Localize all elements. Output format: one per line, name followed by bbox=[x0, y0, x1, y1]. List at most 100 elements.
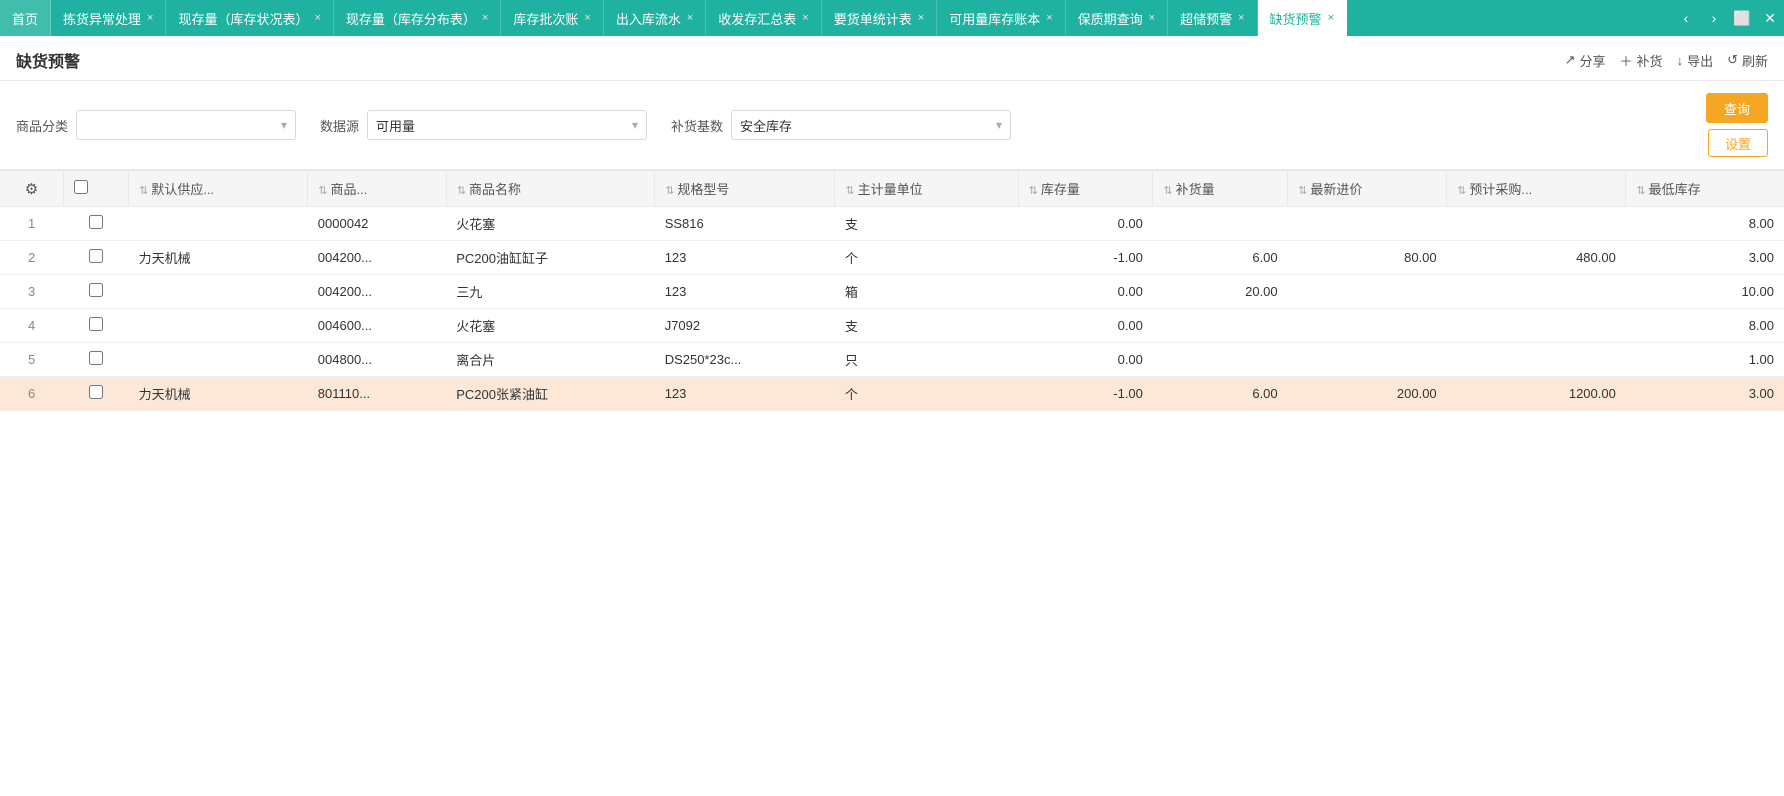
column-settings-icon[interactable]: ⚙ bbox=[10, 180, 53, 198]
category-label: 商品分类 bbox=[16, 116, 68, 135]
row-checkbox-1[interactable] bbox=[89, 249, 103, 263]
replenish-base-select[interactable]: 安全库存 ▾ bbox=[731, 110, 1011, 140]
refresh-button[interactable]: ↺ 刷新 bbox=[1727, 51, 1768, 70]
tab-item-10[interactable]: 超储预警× bbox=[1168, 0, 1257, 36]
settings-button[interactable]: 设置 bbox=[1708, 129, 1768, 157]
tab-close-icon-6[interactable]: × bbox=[802, 12, 808, 24]
tab-close-icon-10[interactable]: × bbox=[1238, 12, 1244, 24]
sort-icon-stock: ⇅ bbox=[1029, 185, 1038, 197]
sort-icon-est_purchase: ⇅ bbox=[1457, 185, 1466, 197]
row-checkbox-cell-1[interactable] bbox=[63, 241, 128, 275]
col-header-min_stock[interactable]: ⇅最低库存 bbox=[1626, 171, 1784, 207]
tab-item-11[interactable]: 缺货预警 × bbox=[1258, 0, 1347, 36]
row-index-4: 5 bbox=[0, 343, 63, 377]
tab-close-icon-7[interactable]: × bbox=[918, 12, 924, 24]
stock-cell-4: 0.00 bbox=[1018, 343, 1153, 377]
product-name-cell-4: 离合片 bbox=[446, 343, 654, 377]
filter-actions: 查询 设置 bbox=[1706, 93, 1768, 157]
row-checkbox-0[interactable] bbox=[89, 215, 103, 229]
tab-close-icon-5[interactable]: × bbox=[687, 12, 693, 24]
col-header-supplier[interactable]: ⇅默认供应... bbox=[129, 171, 308, 207]
col-header-unit[interactable]: ⇅主计量单位 bbox=[835, 171, 1018, 207]
col-header-est_purchase[interactable]: ⇅预计采购... bbox=[1447, 171, 1626, 207]
latest-price-cell-4 bbox=[1288, 343, 1447, 377]
supplier-cell-5: 力天机械 bbox=[129, 377, 308, 411]
window-restore-btn[interactable]: ⬜ bbox=[1728, 0, 1756, 36]
tab-label-7: 要货单统计表 bbox=[834, 9, 912, 28]
tab-item-4[interactable]: 库存批次账 × bbox=[501, 0, 603, 36]
category-filter-group: 商品分类 ▾ bbox=[16, 110, 296, 140]
row-checkbox-cell-2[interactable] bbox=[63, 275, 128, 309]
tab-item-6[interactable]: 收发存汇总表 × bbox=[706, 0, 821, 36]
spec-cell-1: 123 bbox=[655, 241, 835, 275]
sort-icon-spec: ⇅ bbox=[665, 185, 674, 197]
row-checkbox-2[interactable] bbox=[89, 283, 103, 297]
tab-item-1[interactable]: 拣货异常处理 × bbox=[51, 0, 166, 36]
replenish-cell-3 bbox=[1153, 309, 1288, 343]
table-row: 3004200...三九123箱0.0020.0010.00 bbox=[0, 275, 1784, 309]
replenish-icon: ＋ bbox=[1620, 51, 1633, 70]
est-purchase-cell-5: 1200.00 bbox=[1447, 377, 1626, 411]
tab-item-0[interactable]: 首页 bbox=[0, 0, 51, 36]
tab-label-6: 收发存汇总表 bbox=[718, 9, 796, 28]
row-checkbox-4[interactable] bbox=[89, 351, 103, 365]
row-checkbox-5[interactable] bbox=[89, 385, 103, 399]
row-checkbox-cell-5[interactable] bbox=[63, 377, 128, 411]
category-select[interactable]: ▾ bbox=[76, 110, 296, 140]
col-header-latest_price[interactable]: ⇅最新进价 bbox=[1288, 171, 1447, 207]
col-header-product_name[interactable]: ⇅商品名称 bbox=[446, 171, 654, 207]
tab-label-4: 库存批次账 bbox=[513, 9, 578, 28]
page-title: 缺货预警 bbox=[16, 48, 80, 72]
tab-label-0: 首页 bbox=[12, 9, 38, 28]
tab-item-5[interactable]: 出入库流水× bbox=[604, 0, 706, 36]
tab-label-1: 拣货异常处理 bbox=[63, 9, 141, 28]
tab-item-2[interactable]: 现存量（库存状况表）× bbox=[166, 0, 333, 36]
tab-close-icon-3[interactable]: × bbox=[482, 12, 488, 24]
row-checkbox-3[interactable] bbox=[89, 317, 103, 331]
latest-price-cell-1: 80.00 bbox=[1288, 241, 1447, 275]
col-header-replenish[interactable]: ⇅补货量 bbox=[1153, 171, 1288, 207]
row-checkbox-cell-0[interactable] bbox=[63, 207, 128, 241]
tab-close-icon-1[interactable]: × bbox=[147, 12, 153, 24]
datasource-select[interactable]: 可用量 ▾ bbox=[367, 110, 647, 140]
page-header: 缺货预警 ↗ 分享 ＋ 补货 ↓ 导出 ↺ 刷新 bbox=[0, 36, 1784, 81]
tab-close-icon-11[interactable]: × bbox=[1328, 12, 1334, 24]
col-header-product_code[interactable]: ⇅商品... bbox=[308, 171, 446, 207]
tab-close-icon-8[interactable]: × bbox=[1046, 12, 1052, 24]
sort-icon-product_code: ⇅ bbox=[318, 185, 327, 197]
query-button[interactable]: 查询 bbox=[1706, 93, 1768, 123]
tab-close-icon-2[interactable]: × bbox=[314, 12, 320, 24]
tab-close-icon-9[interactable]: × bbox=[1149, 12, 1155, 24]
share-icon: ↗ bbox=[1565, 52, 1576, 68]
tab-prev-btn[interactable]: ‹ bbox=[1672, 0, 1700, 36]
stock-cell-5: -1.00 bbox=[1018, 377, 1153, 411]
col-header-stock[interactable]: ⇅库存量 bbox=[1018, 171, 1153, 207]
tab-label-3: 现存量（库存分布表） bbox=[346, 9, 476, 28]
unit-cell-2: 箱 bbox=[835, 275, 1018, 309]
row-checkbox-cell-3[interactable] bbox=[63, 309, 128, 343]
datasource-chevron-icon: ▾ bbox=[632, 118, 638, 132]
select-all-checkbox[interactable] bbox=[74, 180, 88, 194]
window-close-btn[interactable]: ✕ bbox=[1756, 0, 1784, 36]
table-row: 2力天机械004200...PC200油缸缸子123个-1.006.0080.0… bbox=[0, 241, 1784, 275]
row-index-5: 6 bbox=[0, 377, 63, 411]
tab-item-3[interactable]: 现存量（库存分布表） × bbox=[334, 0, 501, 36]
tab-label-11: 缺货预警 bbox=[1270, 9, 1322, 28]
est-purchase-cell-3 bbox=[1447, 309, 1626, 343]
row-index-3: 4 bbox=[0, 309, 63, 343]
replenish-button[interactable]: ＋ 补货 bbox=[1620, 51, 1663, 70]
table-row: 10000042火花塞SS816支0.008.00 bbox=[0, 207, 1784, 241]
tab-close-icon-4[interactable]: × bbox=[584, 12, 590, 24]
spec-cell-3: J7092 bbox=[655, 309, 835, 343]
tab-item-8[interactable]: 可用量库存账本× bbox=[937, 0, 1065, 36]
replenish-base-chevron-icon: ▾ bbox=[996, 118, 1002, 132]
sort-icon-product_name: ⇅ bbox=[457, 185, 466, 197]
col-header-spec[interactable]: ⇅规格型号 bbox=[655, 171, 835, 207]
tab-next-btn[interactable]: › bbox=[1700, 0, 1728, 36]
share-button[interactable]: ↗ 分享 bbox=[1565, 51, 1606, 70]
tab-item-9[interactable]: 保质期查询× bbox=[1066, 0, 1168, 36]
row-checkbox-cell-4[interactable] bbox=[63, 343, 128, 377]
supplier-cell-1: 力天机械 bbox=[129, 241, 308, 275]
export-button[interactable]: ↓ 导出 bbox=[1677, 51, 1714, 70]
tab-item-7[interactable]: 要货单统计表 × bbox=[822, 0, 937, 36]
